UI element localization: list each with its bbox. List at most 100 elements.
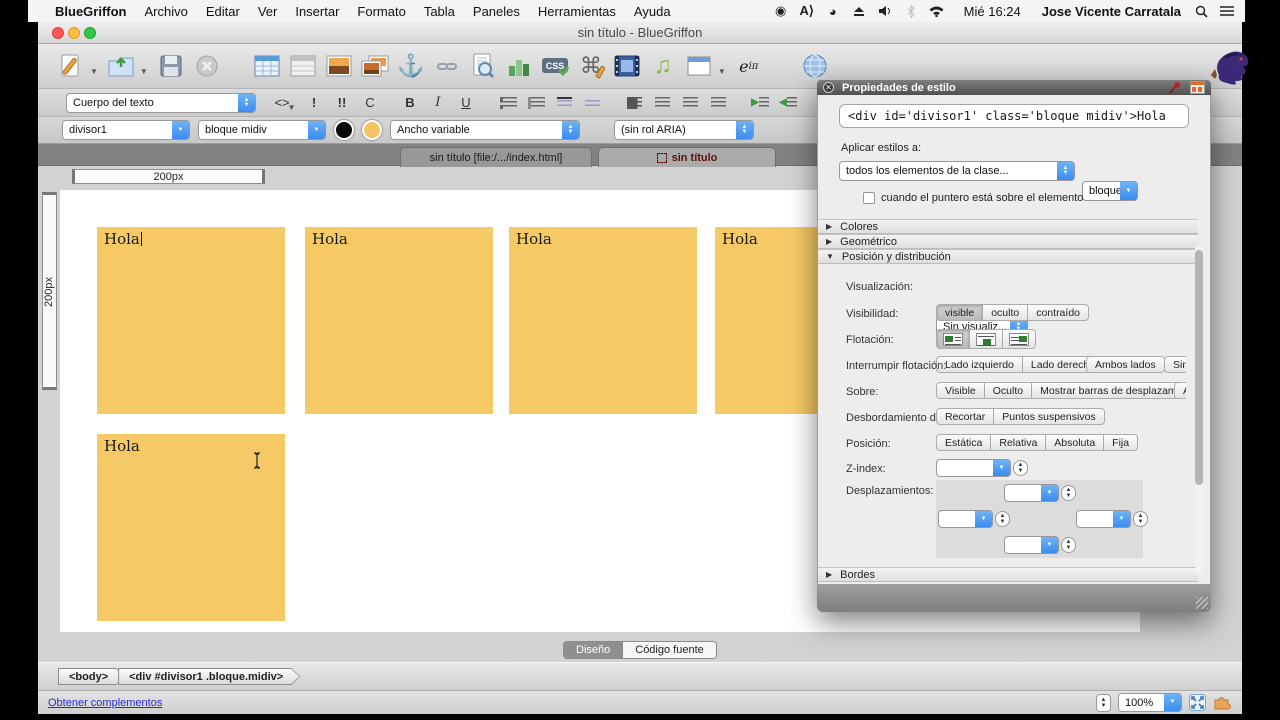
zoom-stepper[interactable]: ▲ ▼ xyxy=(1096,693,1111,712)
video-icon[interactable] xyxy=(612,51,642,81)
chart-icon[interactable] xyxy=(504,51,534,81)
paragraph-format-select[interactable]: Cuerpo del texto ▲ ▼ xyxy=(66,92,256,113)
align-right-icon[interactable] xyxy=(678,93,702,113)
italic-button[interactable]: I xyxy=(426,93,450,113)
section-posicion[interactable]: ▼ Posición y distribución xyxy=(818,249,1198,264)
overflow-visible-button[interactable]: Visible xyxy=(936,382,985,399)
apply-target-select[interactable]: todos los elementos de la clase... ▲ ▼ xyxy=(839,161,1075,181)
overflow-scroll-button[interactable]: Mostrar barras de desplazamiento xyxy=(1032,382,1186,399)
float-left-button[interactable] xyxy=(936,329,970,349)
hover-checkbox[interactable] xyxy=(863,192,875,204)
math-icon[interactable]: e iπ xyxy=(734,51,764,81)
cite-button[interactable]: C xyxy=(358,93,382,113)
position-static-button[interactable]: Estática xyxy=(936,434,992,451)
aria-role-select[interactable]: (sin rol ARIA) ▲ ▼ xyxy=(614,120,754,140)
paragraph-above-icon[interactable] xyxy=(552,93,576,113)
position-fixed-button[interactable]: Fija xyxy=(1104,434,1139,451)
indent-icon[interactable]: ▶ xyxy=(748,93,772,113)
eject-icon[interactable] xyxy=(851,3,867,19)
underline-button[interactable]: U xyxy=(454,93,478,113)
div-block-3[interactable]: Hola xyxy=(509,227,697,414)
new-document-dropdown[interactable]: ▼ xyxy=(90,67,98,76)
div-block-2[interactable]: Hola xyxy=(305,227,493,414)
resize-grip[interactable] xyxy=(1196,597,1208,609)
volume-icon[interactable] xyxy=(877,3,893,19)
bluetooth-icon[interactable] xyxy=(903,3,919,19)
menu-tabla[interactable]: Tabla xyxy=(415,4,464,19)
align-justify-icon[interactable] xyxy=(706,93,730,113)
css-icon[interactable]: CSS xyxy=(540,51,570,81)
preview-icon[interactable] xyxy=(468,51,498,81)
fullscreen-icon[interactable] xyxy=(1189,694,1206,711)
tab-document-2-active[interactable]: sin título xyxy=(598,147,776,167)
clear-both-button[interactable]: Ambos lados xyxy=(1086,356,1165,373)
menu-formato[interactable]: Formato xyxy=(348,4,414,19)
source-view-button[interactable]: Código fuente xyxy=(622,642,716,658)
text-overflow-clip-button[interactable]: Recortar xyxy=(936,408,995,425)
numbered-list-icon[interactable] xyxy=(524,93,548,113)
stop-icon[interactable] xyxy=(192,51,222,81)
overflow-auto-button[interactable]: Automá xyxy=(1174,382,1186,399)
menu-ver[interactable]: Ver xyxy=(249,4,287,19)
offset-top-select[interactable]: ▼ xyxy=(1004,484,1059,502)
width-mode-select[interactable]: Ancho variable ▲ ▼ xyxy=(390,120,580,140)
text-overflow-ellipsis-button[interactable]: Puntos suspensivos xyxy=(994,408,1105,425)
pin-icon[interactable] xyxy=(1168,81,1182,95)
audio-icon[interactable]: ♫ xyxy=(648,51,678,81)
outdent-icon[interactable]: ◀ xyxy=(776,93,800,113)
shortcut-editor-icon[interactable]: ⌘ xyxy=(576,51,606,81)
section-colores[interactable]: ▶ Colores xyxy=(818,219,1198,234)
offset-right-select[interactable]: ▼ xyxy=(1076,510,1131,528)
zoom-level-select[interactable]: 100% ▼ xyxy=(1118,693,1182,712)
div-block-1[interactable]: Hola xyxy=(97,227,285,414)
offset-left-stepper[interactable]: ▲ ▼ xyxy=(995,511,1010,527)
float-right-button[interactable] xyxy=(1003,329,1036,349)
breadcrumb-div[interactable]: <div #divisor1 .bloque.midiv> xyxy=(118,668,300,685)
input-source-icon[interactable]: A⟩ xyxy=(799,3,815,19)
visibility-oculto-button[interactable]: oculto xyxy=(983,304,1029,321)
notification-center-icon[interactable] xyxy=(1219,3,1235,19)
horizontal-ruler[interactable]: 200px xyxy=(72,169,265,184)
clock[interactable]: Mié 16:24 xyxy=(955,4,1030,19)
visibility-contraido-button[interactable]: contraído xyxy=(1028,304,1089,321)
minimize-window-button[interactable] xyxy=(68,27,80,39)
panel-dock-icon[interactable] xyxy=(1190,81,1205,94)
clear-left-button[interactable]: Lado izquierdo xyxy=(936,356,1023,373)
offset-top-stepper[interactable]: ▲ ▼ xyxy=(1061,485,1076,501)
insert-images-icon[interactable] xyxy=(360,51,390,81)
position-relative-button[interactable]: Relativa xyxy=(991,434,1047,451)
strong-button[interactable]: !! xyxy=(330,93,354,113)
frame-icon[interactable] xyxy=(684,51,714,81)
window-titlebar[interactable]: sin título - BlueGriffon xyxy=(38,22,1242,44)
visibility-visible-button[interactable]: visible xyxy=(936,304,984,321)
user-menu[interactable]: Jose Vicente Carratala xyxy=(1040,4,1183,19)
code-button[interactable]: <> ▼ xyxy=(274,93,298,113)
anchor-icon[interactable]: ⚓ xyxy=(396,51,426,81)
new-document-icon[interactable] xyxy=(56,51,86,81)
bold-button[interactable]: B xyxy=(398,93,422,113)
design-view-button[interactable]: Diseño xyxy=(564,642,623,658)
breadcrumb-body[interactable]: <body> xyxy=(58,668,125,685)
overflow-hidden-button[interactable]: Oculto xyxy=(984,382,1033,399)
background-color-swatch[interactable] xyxy=(362,120,382,140)
menu-bluegriffon[interactable]: BlueGriffon xyxy=(46,4,136,19)
paragraph-below-icon[interactable] xyxy=(580,93,604,113)
menu-herramientas[interactable]: Herramientas xyxy=(529,4,625,19)
offset-bottom-stepper[interactable]: ▲ ▼ xyxy=(1061,537,1076,553)
close-window-button[interactable] xyxy=(52,27,64,39)
browser-preview-icon[interactable] xyxy=(800,51,830,81)
bullet-list-icon[interactable] xyxy=(496,93,520,113)
insert-image-icon[interactable] xyxy=(324,51,354,81)
section-bordes[interactable]: ▶ Bordes xyxy=(818,567,1198,582)
tab-document-1[interactable]: sin título [file:/.../index.html] xyxy=(400,147,592,167)
panel-header[interactable]: ✕ Propiedades de estilo xyxy=(817,80,1211,95)
menu-insertar[interactable]: Insertar xyxy=(286,4,348,19)
zindex-stepper[interactable]: ▲ ▼ xyxy=(1013,460,1028,476)
link-icon[interactable] xyxy=(432,51,462,81)
get-addons-link[interactable]: Obtener complementos xyxy=(48,697,162,709)
offset-bottom-select[interactable]: ▼ xyxy=(1004,536,1059,554)
zindex-select[interactable]: ▼ xyxy=(936,459,1011,477)
spotlight-search-icon[interactable] xyxy=(1193,3,1209,19)
class-name-select[interactable]: bloque ▼ xyxy=(1082,181,1138,201)
align-center-icon[interactable] xyxy=(650,93,674,113)
